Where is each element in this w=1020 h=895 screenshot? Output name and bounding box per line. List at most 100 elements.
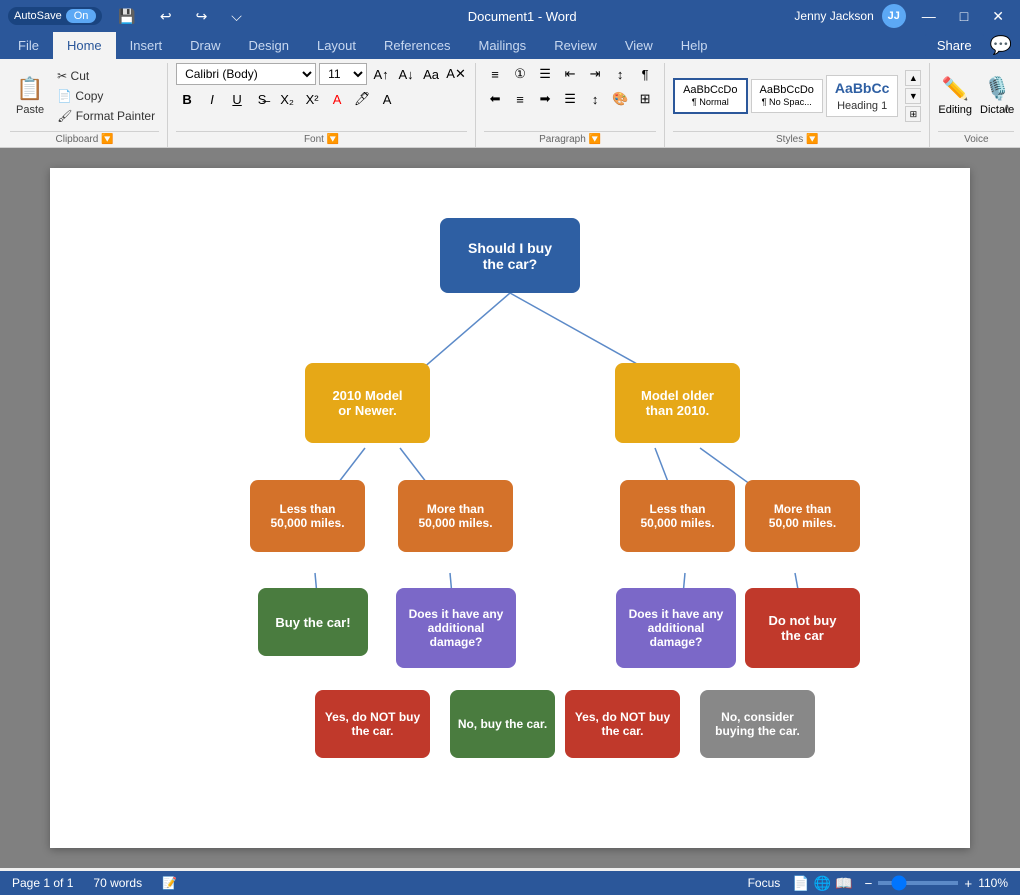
editing-area: ✏️ Editing [938, 76, 972, 116]
zoom-out-button[interactable]: − [865, 876, 873, 891]
maximize-button[interactable]: □ [952, 4, 976, 28]
change-case-button[interactable]: Aa [420, 63, 442, 85]
proofing-icon: 📝 [162, 876, 177, 890]
group-clipboard: 📋 Paste ✂ Cut 📄 Copy 🖌 Format Painter Cl… [6, 63, 168, 147]
word-count: 70 words [93, 876, 142, 890]
comments-button[interactable]: 💬 [990, 35, 1012, 56]
align-left-button[interactable]: ⬅ [484, 88, 506, 110]
node-root: Should I buythe car? [440, 218, 580, 293]
font-row-1: Calibri (Body) 11 A↑ A↓ Aa A✕ [176, 63, 467, 85]
increase-indent-button[interactable]: ⇥ [584, 63, 606, 85]
node-no-buy-left: No, buy the car. [450, 690, 555, 758]
tab-layout[interactable]: Layout [303, 32, 370, 59]
zoom-in-button[interactable]: + [964, 876, 972, 891]
share-button[interactable]: Share [925, 34, 984, 57]
font-size-select[interactable]: 11 [319, 63, 367, 85]
undo-button[interactable]: ↩ [152, 4, 180, 29]
focus-button[interactable]: Focus [748, 876, 781, 890]
ribbon-content: 📋 Paste ✂ Cut 📄 Copy 🖌 Format Painter Cl… [0, 59, 1020, 147]
sort-button[interactable]: ↕ [609, 63, 631, 85]
format-painter-button[interactable]: 🖌 Format Painter [53, 107, 159, 125]
decrease-indent-button[interactable]: ⇤ [559, 63, 581, 85]
title-bar-left: AutoSave On 💾 ↩ ↪ ⌵ [8, 4, 250, 29]
redo-button[interactable]: ↪ [188, 4, 216, 29]
numbering-button[interactable]: ① [509, 63, 531, 85]
style-no-spacing[interactable]: AaBbCcDo¶ No Spac... [751, 79, 823, 113]
underline-button[interactable]: U [226, 88, 248, 110]
save-button[interactable]: 💾 [110, 4, 143, 29]
shading-button[interactable]: A [376, 88, 398, 110]
align-right-button[interactable]: ➡ [534, 88, 556, 110]
tab-help[interactable]: Help [667, 32, 722, 59]
clear-format-button[interactable]: A✕ [445, 63, 467, 85]
italic-button[interactable]: I [201, 88, 223, 110]
strikethrough-button[interactable]: S̶ [251, 88, 273, 110]
paste-button[interactable]: 📋 Paste [10, 72, 50, 120]
tab-file[interactable]: File [4, 32, 53, 59]
increase-font-button[interactable]: A↑ [370, 63, 392, 85]
styles-normal-box: AaBbCcDo¶ Normal [673, 78, 747, 114]
tab-review[interactable]: Review [540, 32, 611, 59]
ribbon: File Home Insert Draw Design Layout Refe… [0, 32, 1020, 148]
tab-references[interactable]: References [370, 32, 464, 59]
font-family-select[interactable]: Calibri (Body) [176, 63, 316, 85]
editing-label: Editing [938, 104, 972, 116]
styles-scroll-down[interactable]: ▼ [905, 88, 921, 104]
zoom-slider[interactable] [878, 881, 958, 885]
tab-insert[interactable]: Insert [116, 32, 177, 59]
document-page[interactable]: Should I buythe car? 2010 Modelor Newer.… [50, 168, 970, 848]
styles-label: Styles 🔽 [673, 131, 921, 147]
ribbon-collapse-button[interactable]: ∧ [1002, 100, 1012, 117]
style-normal[interactable]: AaBbCcDo¶ Normal [673, 78, 747, 114]
read-view-button[interactable]: 📖 [835, 875, 852, 892]
copy-button[interactable]: 📄 Copy [53, 87, 159, 105]
web-view-button[interactable]: 🌐 [814, 875, 831, 892]
print-view-button[interactable]: 📄 [792, 875, 809, 892]
autosave-toggle[interactable]: AutoSave On [8, 7, 102, 25]
node-no-consider: No, considerbuying the car. [700, 690, 815, 758]
para-row-2: ⬅ ≡ ➡ ☰ ↕ 🎨 ⊞ [484, 88, 656, 110]
borders-button[interactable]: ⊞ [634, 88, 656, 110]
minimize-button[interactable]: — [914, 4, 944, 28]
paste-label: Paste [16, 104, 44, 116]
decrease-font-button[interactable]: A↓ [395, 63, 417, 85]
autosave-state[interactable]: On [66, 9, 97, 23]
font-color-button[interactable]: A [326, 88, 348, 110]
flowchart: Should I buythe car? 2010 Modelor Newer.… [110, 208, 910, 788]
cut-button[interactable]: ✂ Cut [53, 67, 159, 85]
node-damage-left: Does it have anyadditionaldamage? [396, 588, 516, 668]
tab-mailings[interactable]: Mailings [465, 32, 541, 59]
show-formatting-button[interactable]: ¶ [634, 63, 656, 85]
justify-button[interactable]: ☰ [559, 88, 581, 110]
tab-home[interactable]: Home [53, 32, 116, 59]
subscript-button[interactable]: X₂ [276, 88, 298, 110]
multilevel-button[interactable]: ☰ [534, 63, 556, 85]
group-paragraph: ≡ ① ☰ ⇤ ⇥ ↕ ¶ ⬅ ≡ ➡ ☰ ↕ 🎨 ⊞ P [480, 63, 665, 147]
bold-button[interactable]: B [176, 88, 198, 110]
tab-view[interactable]: View [611, 32, 667, 59]
tab-design[interactable]: Design [235, 32, 303, 59]
font-label: Font 🔽 [176, 131, 467, 147]
highlight-button[interactable]: 🖊 [351, 88, 373, 110]
node-yes-not-buy-right: Yes, do NOT buythe car. [565, 690, 680, 758]
styles-scroll-up[interactable]: ▲ [905, 70, 921, 86]
style-heading1[interactable]: AaBbCcHeading 1 [826, 75, 898, 117]
editing-icon: ✏️ [942, 76, 969, 102]
voice-controls: ✏️ Editing 🎙️ Dictate [938, 63, 1014, 129]
clipboard-buttons: 📋 Paste ✂ Cut 📄 Copy 🖌 Format Painter [10, 63, 159, 129]
align-center-button[interactable]: ≡ [509, 88, 531, 110]
node-more-50k-left: More than50,000 miles. [398, 480, 513, 552]
node-buy-car: Buy the car! [258, 588, 368, 656]
line-spacing-button[interactable]: ↕ [584, 88, 606, 110]
avatar[interactable]: JJ [882, 4, 906, 28]
node-more-50k-right: More than50,00 miles. [745, 480, 860, 552]
customize-button[interactable]: ⌵ [223, 4, 250, 29]
shading-para-button[interactable]: 🎨 [609, 88, 631, 110]
tab-draw[interactable]: Draw [176, 32, 234, 59]
paragraph-label: Paragraph 🔽 [484, 131, 656, 147]
superscript-button[interactable]: X² [301, 88, 323, 110]
close-button[interactable]: ✕ [984, 4, 1012, 29]
styles-expand[interactable]: ⊞ [905, 106, 921, 122]
bullets-button[interactable]: ≡ [484, 63, 506, 85]
node-do-not-buy: Do not buythe car [745, 588, 860, 668]
